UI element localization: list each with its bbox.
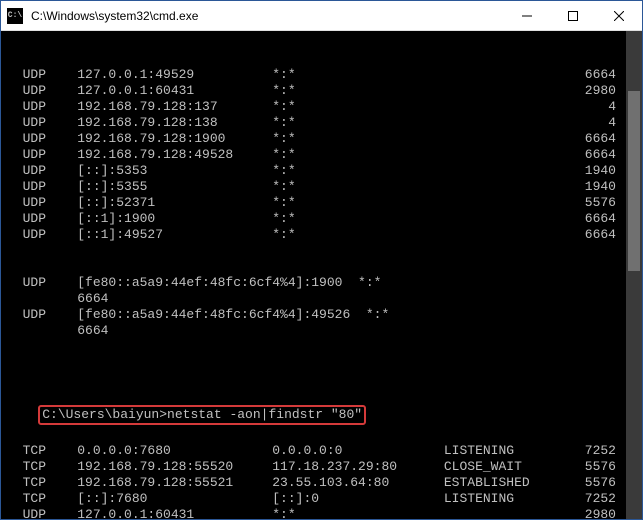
netstat-row: UDP 192.168.79.128:49528 *:* 6664 [7,147,636,163]
netstat-row: TCP 192.168.79.128:55521 23.55.103.64:80… [7,475,636,491]
window-title: C:\Windows\system32\cmd.exe [29,9,504,23]
netstat-row: UDP [::1]:49527 *:* 6664 [7,227,636,243]
netstat-row: TCP [::]:7680 [::]:0 LISTENING 7252 [7,491,636,507]
netstat-row: UDP 127.0.0.1:60431 *:* 2980 [7,83,636,99]
cmd-icon: C:\ [7,8,23,24]
terminal-output[interactable]: UDP 127.0.0.1:49529 *:* 6664 UDP 127.0.0… [1,31,642,519]
maximize-button[interactable] [550,1,596,31]
highlighted-command: C:\Users\baiyun>netstat -aon|findstr "80… [38,405,366,425]
netstat-row: UDP [fe80::a5a9:44ef:48fc:6cf4%4]:49526 … [7,307,636,323]
netstat-row: UDP 127.0.0.1:49529 *:* 6664 [7,67,636,83]
cmd-window: C:\ C:\Windows\system32\cmd.exe UDP 127.… [0,0,643,520]
netstat-row: UDP [::]:52371 *:* 5576 [7,195,636,211]
netstat-row-wrap: 6664 [7,291,636,307]
netstat-row: UDP [::]:5355 *:* 1940 [7,179,636,195]
netstat-row: UDP [::1]:1900 *:* 6664 [7,211,636,227]
minimize-button[interactable] [504,1,550,31]
scrollbar-thumb[interactable] [628,91,640,271]
netstat-row: UDP 192.168.79.128:137 *:* 4 [7,99,636,115]
netstat-row: TCP 192.168.79.128:55520 117.18.237.29:8… [7,459,636,475]
netstat-row: UDP 127.0.0.1:60431 *:* 2980 [7,507,636,519]
titlebar[interactable]: C:\ C:\Windows\system32\cmd.exe [1,1,642,31]
netstat-row: TCP 0.0.0.0:7680 0.0.0.0:0 LISTENING 725… [7,443,636,459]
netstat-row: UDP [fe80::a5a9:44ef:48fc:6cf4%4]:1900 *… [7,275,636,291]
netstat-row: UDP [::]:5353 *:* 1940 [7,163,636,179]
netstat-row: UDP 192.168.79.128:1900 *:* 6664 [7,131,636,147]
scrollbar[interactable] [626,31,642,519]
close-button[interactable] [596,1,642,31]
netstat-row-wrap: 6664 [7,323,636,339]
netstat-row: UDP 192.168.79.128:138 *:* 4 [7,115,636,131]
